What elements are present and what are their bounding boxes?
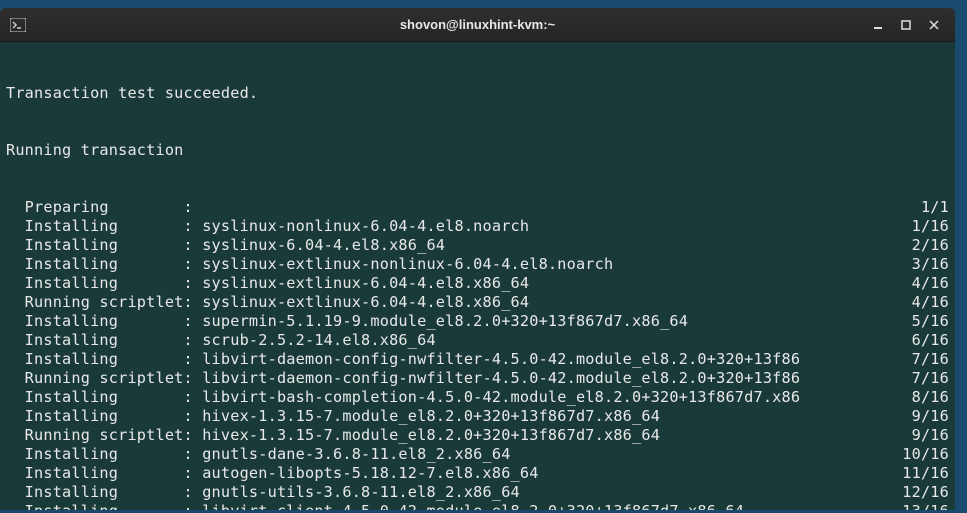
progress-count: 8/16 [889,388,949,407]
progress-count: 12/16 [889,483,949,502]
progress-count: 3/16 [889,255,949,274]
close-button[interactable] [927,18,941,32]
output-line: Transaction test succeeded. [6,84,949,103]
package-name: libvirt-bash-completion-4.5.0-42.module_… [202,388,889,407]
package-name: syslinux-extlinux-nonlinux-6.04-4.el8.no… [202,255,889,274]
package-name: syslinux-extlinux-6.04-4.el8.x86_64 [202,274,889,293]
output-line: Installing : libvirt-bash-completion-4.5… [6,388,949,407]
package-name: syslinux-extlinux-6.04-4.el8.x86_64 [202,293,889,312]
progress-count: 10/16 [889,445,949,464]
progress-count: 4/16 [889,274,949,293]
output-line: Installing : libvirt-client-4.5.0-42.mod… [6,502,949,510]
package-name: syslinux-6.04-4.el8.x86_64 [202,236,889,255]
package-name [193,198,889,217]
output-line: Installing : syslinux-extlinux-nonlinux-… [6,255,949,274]
output-line: Running scriptlet: syslinux-extlinux-6.0… [6,293,949,312]
action-label: Installing : [6,331,202,350]
action-label: Installing : [6,464,202,483]
package-name: hivex-1.3.15-7.module_el8.2.0+320+13f867… [202,426,889,445]
progress-count: 4/16 [889,293,949,312]
maximize-button[interactable] [899,18,913,32]
package-name: libvirt-daemon-config-nwfilter-4.5.0-42.… [202,369,889,388]
action-label: Running scriptlet: [6,426,202,445]
output-line: Preparing : 1/1 [6,198,949,217]
action-label: Preparing : [6,198,193,217]
package-name: syslinux-nonlinux-6.04-4.el8.noarch [202,217,889,236]
action-label: Installing : [6,407,202,426]
window-title: shovon@linuxhint-kvm:~ [400,17,555,32]
output-line: Running scriptlet: libvirt-daemon-config… [6,369,949,388]
action-label: Installing : [6,312,202,331]
output-line: Running scriptlet: hivex-1.3.15-7.module… [6,426,949,445]
output-line: Installing : autogen-libopts-5.18.12-7.e… [6,464,949,483]
progress-count: 11/16 [889,464,949,483]
action-label: Installing : [6,350,202,369]
progress-count: 6/16 [889,331,949,350]
output-line: Installing : syslinux-extlinux-6.04-4.el… [6,274,949,293]
progress-count: 9/16 [889,407,949,426]
progress-count: 13/16 [889,502,949,510]
action-label: Installing : [6,502,202,510]
package-name: autogen-libopts-5.18.12-7.el8.x86_64 [202,464,889,483]
action-label: Installing : [6,236,202,255]
action-label: Installing : [6,388,202,407]
terminal-icon[interactable] [10,8,26,42]
action-label: Installing : [6,274,202,293]
package-name: libvirt-daemon-config-nwfilter-4.5.0-42.… [202,350,889,369]
window-controls [871,8,949,42]
package-name: libvirt-client-4.5.0-42.module_el8.2.0+3… [202,502,889,510]
package-name: gnutls-dane-3.6.8-11.el8_2.x86_64 [202,445,889,464]
action-label: Installing : [6,445,202,464]
action-label: Installing : [6,255,202,274]
output-line: Running transaction [6,141,949,160]
progress-count: 7/16 [889,369,949,388]
output-line: Installing : gnutls-utils-3.6.8-11.el8_2… [6,483,949,502]
minimize-button[interactable] [871,18,885,32]
progress-count: 9/16 [889,426,949,445]
progress-count: 5/16 [889,312,949,331]
action-label: Running scriptlet: [6,293,202,312]
output-line: Installing : supermin-5.1.19-9.module_el… [6,312,949,331]
output-line: Installing : hivex-1.3.15-7.module_el8.2… [6,407,949,426]
package-name: supermin-5.1.19-9.module_el8.2.0+320+13f… [202,312,889,331]
package-name: scrub-2.5.2-14.el8.x86_64 [202,331,889,350]
output-line: Installing : syslinux-nonlinux-6.04-4.el… [6,217,949,236]
terminal-output[interactable]: Transaction test succeeded. Running tran… [0,42,955,510]
action-label: Running scriptlet: [6,369,202,388]
output-line: Installing : syslinux-6.04-4.el8.x86_642… [6,236,949,255]
progress-count: 1/16 [889,217,949,236]
package-name: hivex-1.3.15-7.module_el8.2.0+320+13f867… [202,407,889,426]
titlebar: shovon@linuxhint-kvm:~ [0,8,955,42]
progress-count: 1/1 [889,198,949,217]
action-label: Installing : [6,217,202,236]
progress-count: 7/16 [889,350,949,369]
terminal-window: shovon@linuxhint-kvm:~ Transaction test … [0,8,955,510]
package-name: gnutls-utils-3.6.8-11.el8_2.x86_64 [202,483,889,502]
output-line: Installing : gnutls-dane-3.6.8-11.el8_2.… [6,445,949,464]
action-label: Installing : [6,483,202,502]
output-line: Installing : scrub-2.5.2-14.el8.x86_646/… [6,331,949,350]
output-line: Installing : libvirt-daemon-config-nwfil… [6,350,949,369]
progress-count: 2/16 [889,236,949,255]
